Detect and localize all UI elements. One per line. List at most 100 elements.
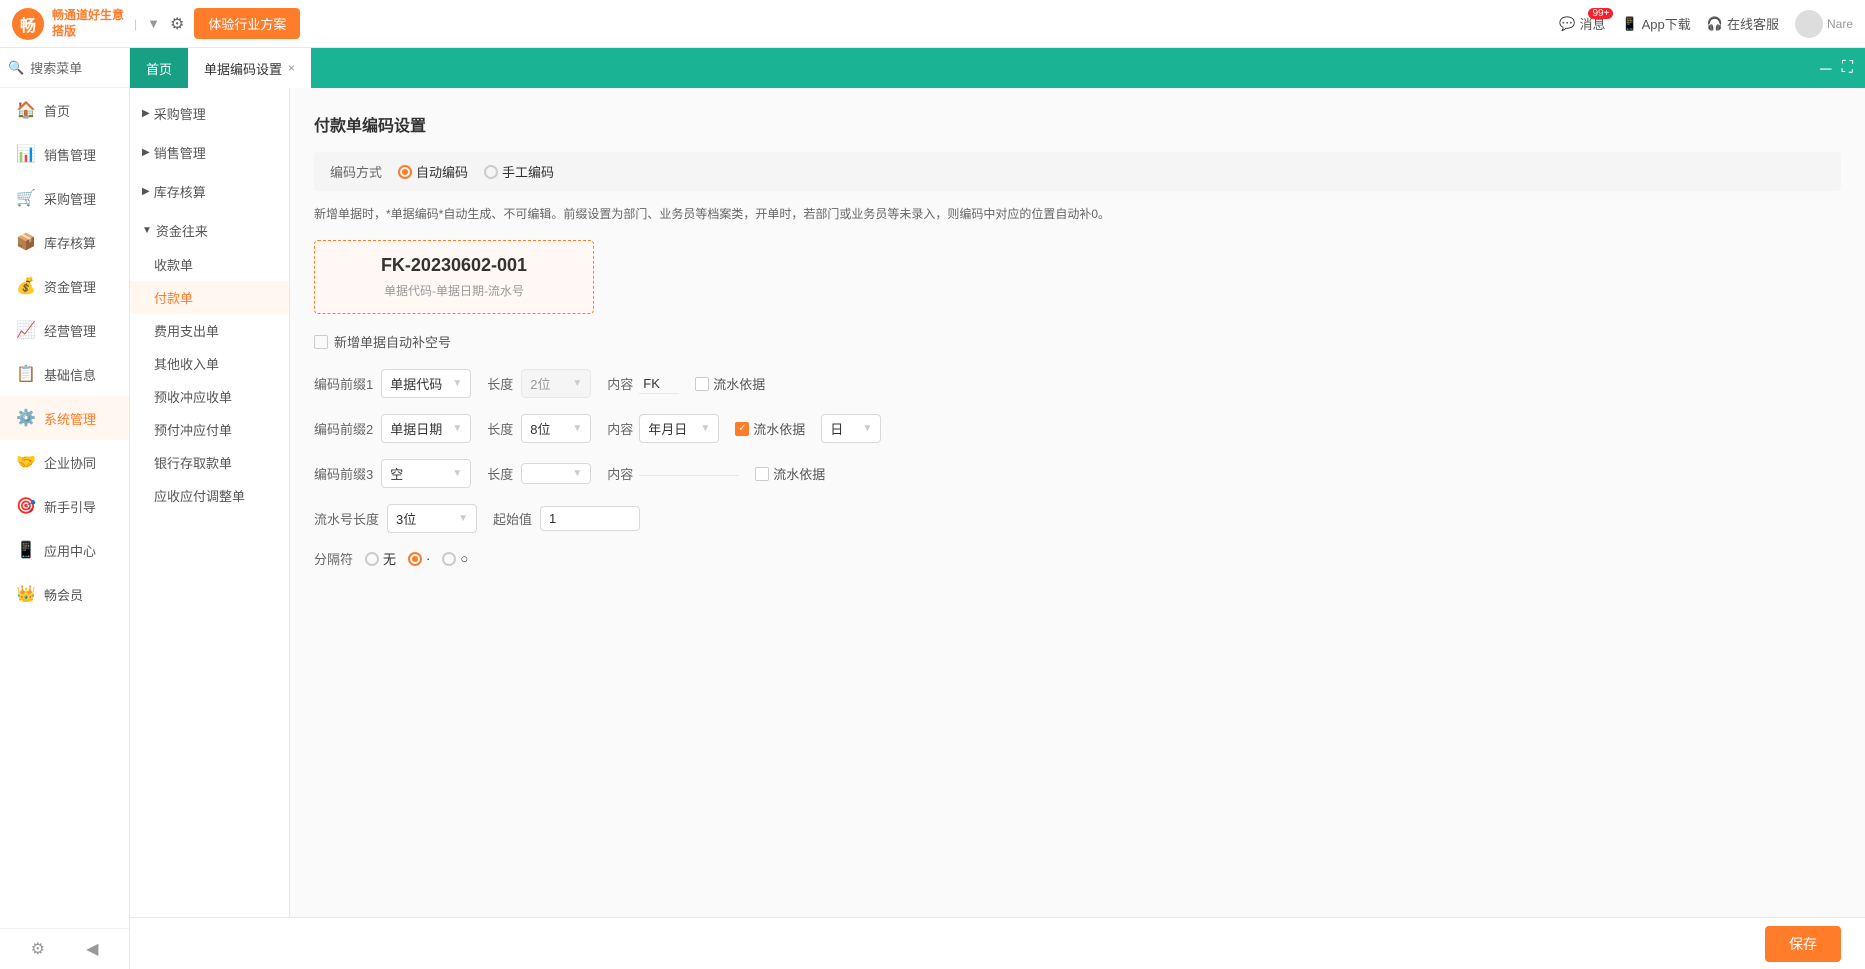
prefix1-content-label: 内容 bbox=[607, 374, 633, 393]
encode-radio-group: 自动编码 手工编码 bbox=[398, 162, 554, 181]
sidebar-item-home[interactable]: 🏠 首页 bbox=[0, 88, 129, 132]
prefix1-select[interactable]: 单据代码 ▼ bbox=[381, 369, 471, 398]
prefix2-length-input[interactable]: 8位 ▼ bbox=[521, 414, 591, 443]
prefix2-select[interactable]: 单据日期 ▼ bbox=[381, 414, 471, 443]
online-service-btn[interactable]: 🎧 在线客服 bbox=[1707, 14, 1779, 33]
tab-close-icon[interactable]: × bbox=[288, 61, 295, 75]
sidebar-item-system[interactable]: ⚙️ 系统管理 bbox=[0, 396, 129, 440]
prefix2-content-value: 年月日 bbox=[648, 419, 687, 438]
separator-none-option[interactable]: 无 bbox=[365, 549, 396, 568]
code-preview-box: FK-20230602-001 单据代码-单据日期-流水号 bbox=[314, 240, 594, 314]
prefix1-length-value: 2位 bbox=[530, 374, 550, 393]
user-avatar-area[interactable]: Nare bbox=[1795, 10, 1853, 38]
sub-item-prepay-receivable[interactable]: 预收冲应收单 bbox=[130, 380, 289, 413]
separator-dot-option[interactable]: · bbox=[408, 551, 430, 566]
separator-label: 分隔符 bbox=[314, 549, 353, 568]
code-preview-main: FK-20230602-001 bbox=[347, 255, 561, 276]
sidebar-bottom: ⚙ ◀ bbox=[0, 928, 129, 969]
logo: 畅 畅通道好生意 搭版 bbox=[12, 8, 124, 40]
sub-group-inventory-title[interactable]: ▶ 库存核算 bbox=[130, 174, 289, 209]
prefix1-length-label: 长度 bbox=[487, 374, 513, 393]
sub-item-adjustment[interactable]: 应收应付调整单 bbox=[130, 479, 289, 512]
prefix3-select[interactable]: 空 ▼ bbox=[381, 459, 471, 488]
sidebar-item-basic[interactable]: 📋 基础信息 bbox=[0, 352, 129, 396]
sidebar-item-purchase[interactable]: 🛒 采购管理 bbox=[0, 176, 129, 220]
sidebar-item-inventory[interactable]: 📦 库存核算 bbox=[0, 220, 129, 264]
auto-fill-checkbox[interactable] bbox=[314, 335, 328, 349]
prefix2-period-select[interactable]: 日 ▼ bbox=[821, 414, 881, 443]
manual-encode-radio[interactable] bbox=[484, 165, 498, 179]
finance-icon: 💰 bbox=[16, 276, 36, 296]
settings-bottom-icon[interactable]: ⚙ bbox=[31, 939, 45, 959]
prefix2-content-select[interactable]: 年月日 ▼ bbox=[639, 414, 719, 443]
separator-circle-radio[interactable] bbox=[442, 552, 456, 566]
sub-item-prepay-payable[interactable]: 预付冲应付单 bbox=[130, 413, 289, 446]
search-label: 搜索菜单 bbox=[30, 58, 82, 77]
sub-item-receipt[interactable]: 收款单 bbox=[130, 248, 289, 281]
prefix3-waterfall[interactable]: 流水依据 bbox=[755, 464, 825, 483]
separator-dot-radio[interactable] bbox=[408, 552, 422, 566]
sub-item-expense[interactable]: 费用支出单 bbox=[130, 314, 289, 347]
tab-current-label: 单据编码设置 bbox=[204, 59, 282, 78]
prefix2-waterfall[interactable]: ✓ 流水依据 bbox=[735, 419, 805, 438]
sub-group-finance-title[interactable]: ▼ 资金往来 bbox=[130, 213, 289, 248]
collapse-icon[interactable]: ◀ bbox=[86, 939, 98, 959]
prefix1-content-value: FK bbox=[639, 374, 679, 394]
tab-minimize-icon[interactable]: － bbox=[1818, 56, 1834, 80]
sidebar-item-member[interactable]: 👑 畅会员 bbox=[0, 572, 129, 616]
sub-group-sales-title[interactable]: ▶ 销售管理 bbox=[130, 135, 289, 170]
serial-length-select[interactable]: 3位 ▼ bbox=[387, 504, 477, 533]
prefix1-row: 编码前缀1 单据代码 ▼ 长度 2位 ▼ 内容 bbox=[314, 369, 1841, 398]
app-download-btn[interactable]: 📱 App下载 bbox=[1621, 14, 1690, 33]
prefix2-waterfall-checkbox[interactable]: ✓ bbox=[735, 422, 749, 436]
prefix2-arrow: ▼ bbox=[452, 423, 462, 434]
trial-button[interactable]: 体验行业方案 bbox=[194, 8, 300, 39]
manual-encode-option[interactable]: 手工编码 bbox=[484, 162, 554, 181]
sidebar-item-guide[interactable]: 🎯 新手引导 bbox=[0, 484, 129, 528]
tab-home[interactable]: 首页 bbox=[130, 48, 188, 88]
messages-btn[interactable]: 💬 消息 99+ bbox=[1559, 14, 1605, 33]
sub-item-other-income[interactable]: 其他收入单 bbox=[130, 347, 289, 380]
user-name: Nare bbox=[1827, 17, 1853, 31]
serial-start-input[interactable] bbox=[540, 506, 640, 531]
sub-group-purchase-title[interactable]: ▶ 采购管理 bbox=[130, 96, 289, 131]
separator-circle-option[interactable]: ○ bbox=[442, 551, 468, 566]
prefix1-waterfall-label: 流水依据 bbox=[713, 374, 765, 393]
prefix3-field: 编码前缀3 空 ▼ bbox=[314, 459, 471, 488]
sub-item-payment[interactable]: 付款单 bbox=[130, 281, 289, 314]
serial-row: 流水号长度 3位 ▼ 起始值 bbox=[314, 504, 1841, 533]
settings-icon-top[interactable]: ⚙ bbox=[170, 14, 184, 34]
sidebar-item-operation[interactable]: 📈 经营管理 bbox=[0, 308, 129, 352]
sub-group-finance: ▼ 资金往来 收款单 付款单 费用支出单 其他收入单 预收冲应收单 预付冲应付单… bbox=[130, 213, 289, 512]
auto-encode-option[interactable]: 自动编码 bbox=[398, 162, 468, 181]
guide-icon: 🎯 bbox=[16, 496, 36, 516]
prefix2-content-arrow: ▼ bbox=[700, 423, 710, 434]
save-button[interactable]: 保存 bbox=[1765, 926, 1841, 962]
prefix1-waterfall-checkbox[interactable] bbox=[695, 377, 709, 391]
sidebar-item-label: 经营管理 bbox=[44, 321, 96, 340]
prefix1-waterfall[interactable]: 流水依据 bbox=[695, 374, 765, 393]
sidebar-item-apps[interactable]: 📱 应用中心 bbox=[0, 528, 129, 572]
sub-group-sales: ▶ 销售管理 bbox=[130, 135, 289, 170]
arrow-icon: ▶ bbox=[142, 186, 150, 197]
phone-icon: 📱 bbox=[1621, 16, 1637, 32]
sales-icon: 📊 bbox=[16, 144, 36, 164]
prefix2-row: 编码前缀2 单据日期 ▼ 长度 8位 ▼ 内容 bbox=[314, 414, 1841, 443]
tab-expand-icon[interactable]: ⛶ bbox=[1842, 59, 1853, 77]
separator-none-radio[interactable] bbox=[365, 552, 379, 566]
prefix3-waterfall-checkbox[interactable] bbox=[755, 467, 769, 481]
sidebar-item-finance[interactable]: 💰 资金管理 bbox=[0, 264, 129, 308]
tab-bar: 首页 单据编码设置 × － ⛶ bbox=[130, 48, 1865, 88]
tab-current[interactable]: 单据编码设置 × bbox=[188, 48, 311, 88]
dropdown-arrow[interactable]: ▼ bbox=[147, 16, 160, 31]
footer-bar: 保存 bbox=[130, 917, 1865, 969]
sidebar-item-enterprise[interactable]: 🤝 企业协同 bbox=[0, 440, 129, 484]
sidebar-search[interactable]: 🔍 搜索菜单 bbox=[0, 48, 129, 88]
auto-encode-radio[interactable] bbox=[398, 165, 412, 179]
sub-item-bank-deposit[interactable]: 银行存取款单 bbox=[130, 446, 289, 479]
sidebar-item-label: 基础信息 bbox=[44, 365, 96, 384]
sub-group-purchase: ▶ 采购管理 bbox=[130, 96, 289, 131]
prefix3-length-input[interactable]: ▼ bbox=[521, 463, 591, 484]
serial-length-arrow: ▼ bbox=[458, 513, 468, 524]
sidebar-item-sales[interactable]: 📊 销售管理 bbox=[0, 132, 129, 176]
